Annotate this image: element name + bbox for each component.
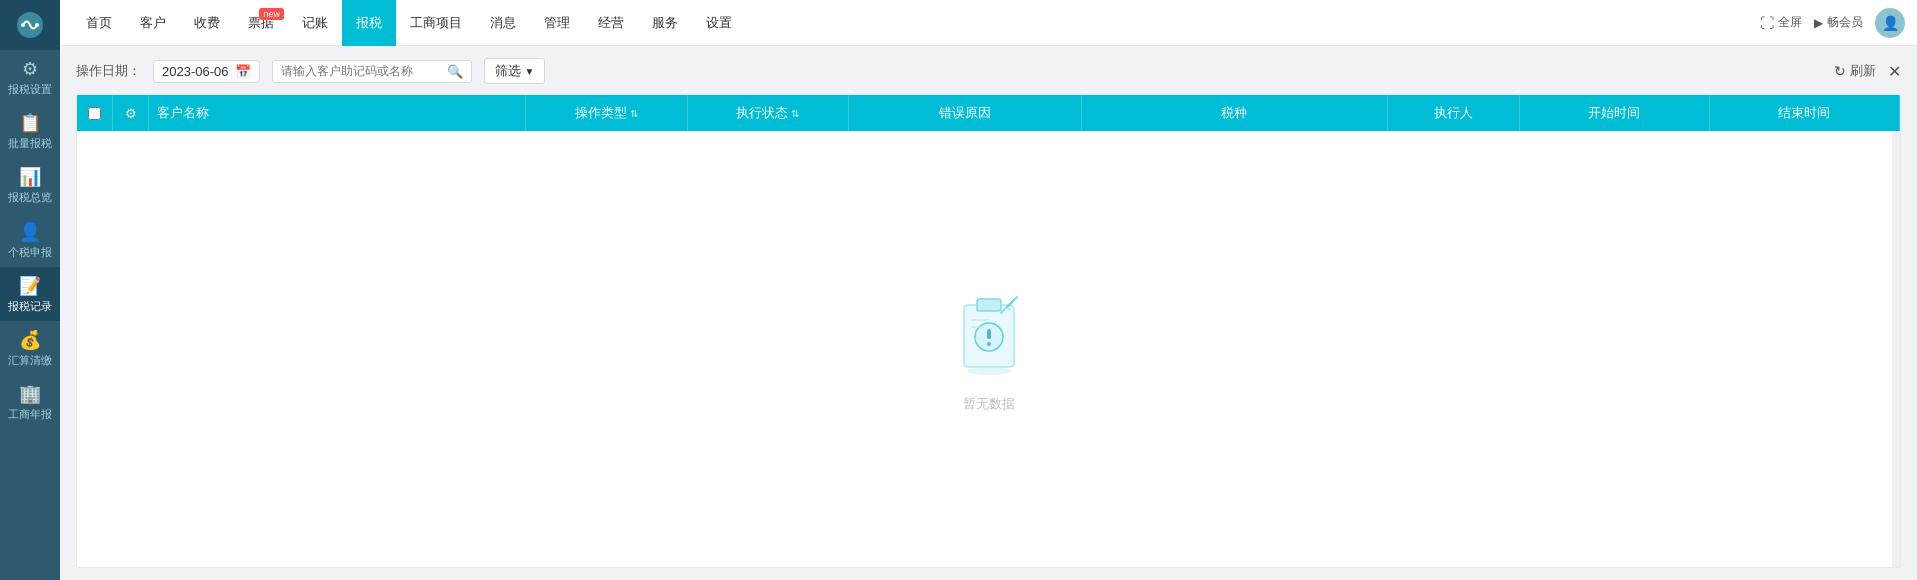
date-picker[interactable]: 2023-06-06 📅	[153, 60, 260, 83]
sidebar-item-huisuanqingsuan-label: 汇算清缴	[8, 354, 52, 367]
svg-rect-6	[987, 329, 991, 339]
nav-kehu[interactable]: 客户	[126, 0, 180, 46]
nav-shouye[interactable]: 首页	[72, 0, 126, 46]
nav-guanli[interactable]: 管理	[530, 0, 584, 46]
date-value: 2023-06-06	[162, 64, 229, 79]
play-icon: ▶	[1814, 16, 1823, 30]
refresh-button[interactable]: ↻ 刷新	[1834, 62, 1876, 80]
sidebar-item-baoshuizonglan[interactable]: 📊 报税总览	[0, 158, 60, 212]
content-area: 操作日期： 2023-06-06 📅 🔍 筛选 ▼ ↻ 刷新 ✕	[60, 46, 1917, 580]
optype-sort-icon: ⇅	[630, 108, 638, 119]
select-all-checkbox[interactable]	[88, 107, 101, 120]
empty-state: 暂无数据	[939, 285, 1039, 413]
member-button[interactable]: ▶ 畅会员	[1814, 14, 1863, 31]
th-starttime: 开始时间	[1520, 95, 1710, 131]
search-box: 🔍	[272, 60, 472, 83]
person-icon: 👤	[19, 221, 41, 243]
table-scrollbar[interactable]	[1892, 131, 1900, 567]
sidebar-item-gongshangnianbaon[interactable]: 🏢 工商年报	[0, 375, 60, 429]
nav-jingying[interactable]: 经营	[584, 0, 638, 46]
svg-point-12	[967, 367, 1011, 375]
batch-icon: 📋	[19, 112, 41, 134]
toolbar: 操作日期： 2023-06-06 📅 🔍 筛选 ▼ ↻ 刷新 ✕	[76, 58, 1901, 84]
fullscreen-icon: ⛶	[1760, 15, 1774, 31]
app-logo[interactable]	[0, 0, 60, 50]
building-icon: 🏢	[19, 383, 41, 405]
svg-point-7	[987, 342, 991, 346]
status-sort-icon: ⇅	[791, 108, 799, 119]
table-header: ⚙ 客户名称 操作类型 ⇅ 执行状态 ⇅ 错误原因 税种	[77, 95, 1900, 131]
th-checkbox	[77, 95, 113, 131]
refresh-icon: ↻	[1834, 63, 1846, 79]
column-settings-icon[interactable]: ⚙	[125, 106, 137, 121]
empty-text: 暂无数据	[963, 395, 1015, 413]
user-avatar[interactable]: 👤	[1875, 8, 1905, 38]
search-input[interactable]	[281, 64, 443, 78]
th-taxtype: 税种	[1082, 95, 1387, 131]
sidebar-item-geshuishenbao[interactable]: 👤 个税申报	[0, 213, 60, 267]
settings-icon: ⚙	[22, 58, 38, 80]
nav-piao[interactable]: 票据 new	[234, 0, 288, 46]
svg-point-2	[35, 23, 39, 27]
sidebar-item-baoshuishezhi[interactable]: ⚙ 报税设置	[0, 50, 60, 104]
nav-fuwu[interactable]: 服务	[638, 0, 692, 46]
svg-point-1	[21, 23, 25, 27]
nav-jizhang[interactable]: 记账	[288, 0, 342, 46]
nav-gongshang[interactable]: 工商项目	[396, 0, 476, 46]
nav-items: 首页 客户 收费 票据 new 记账 报税 工商项目 消息 管理 经营 服务 设…	[72, 0, 1760, 46]
sidebar: ⚙ 报税设置 📋 批量报税 📊 报税总览 👤 个税申报 📝 报税记录 💰 汇算清…	[0, 0, 60, 580]
topnav: 首页 客户 收费 票据 new 记账 报税 工商项目 消息 管理 经营 服务 设…	[60, 0, 1917, 46]
empty-illustration	[939, 285, 1039, 385]
sidebar-item-piliangshuibao[interactable]: 📋 批量报税	[0, 104, 60, 158]
sidebar-item-gongshangnianbaon-label: 工商年报	[8, 408, 52, 421]
search-icon: 🔍	[447, 64, 463, 79]
nav-shezhi[interactable]: 设置	[692, 0, 746, 46]
calendar-icon: 📅	[235, 64, 251, 79]
th-settings: ⚙	[113, 95, 149, 131]
overview-icon: 📊	[19, 166, 41, 188]
sidebar-item-baoshuijilu-label: 报税记录	[8, 300, 52, 313]
sidebar-item-piliangshuibao-label: 批量报税	[8, 137, 52, 150]
record-icon: 📝	[19, 275, 41, 297]
svg-rect-4	[977, 299, 1001, 311]
close-button[interactable]: ✕	[1888, 62, 1901, 81]
chevron-down-icon: ▼	[525, 66, 535, 77]
user-initial: 👤	[1882, 15, 1899, 31]
filter-label: 筛选	[495, 62, 521, 80]
table-body: 暂无数据	[77, 131, 1900, 567]
th-endtime: 结束时间	[1710, 95, 1900, 131]
topnav-right: ⛶ 全屏 ▶ 畅会员 👤	[1760, 8, 1905, 38]
data-table: ⚙ 客户名称 操作类型 ⇅ 执行状态 ⇅ 错误原因 税种	[76, 94, 1901, 568]
calc-icon: 💰	[19, 329, 41, 351]
piao-badge: new	[259, 8, 284, 21]
th-optype[interactable]: 操作类型 ⇅	[526, 95, 687, 131]
nav-baoshui[interactable]: 报税	[342, 0, 396, 46]
th-status[interactable]: 执行状态 ⇅	[688, 95, 849, 131]
sidebar-item-baoshuijilu[interactable]: 📝 报税记录	[0, 267, 60, 321]
date-label: 操作日期：	[76, 62, 141, 80]
th-errorreason: 错误原因	[849, 95, 1082, 131]
fullscreen-button[interactable]: ⛶ 全屏	[1760, 14, 1802, 31]
th-client: 客户名称	[149, 95, 526, 131]
nav-shoufei[interactable]: 收费	[180, 0, 234, 46]
sidebar-item-baoshuishezhi-label: 报税设置	[8, 83, 52, 96]
main-area: 首页 客户 收费 票据 new 记账 报税 工商项目 消息 管理 经营 服务 设…	[60, 0, 1917, 580]
filter-button[interactable]: 筛选 ▼	[484, 58, 546, 84]
sidebar-item-huisuanqingsuan[interactable]: 💰 汇算清缴	[0, 321, 60, 375]
sidebar-item-baoshuizonglan-label: 报税总览	[8, 191, 52, 204]
nav-xiaoxi[interactable]: 消息	[476, 0, 530, 46]
sidebar-item-geshuishenbao-label: 个税申报	[8, 246, 52, 259]
th-executor: 执行人	[1388, 95, 1520, 131]
